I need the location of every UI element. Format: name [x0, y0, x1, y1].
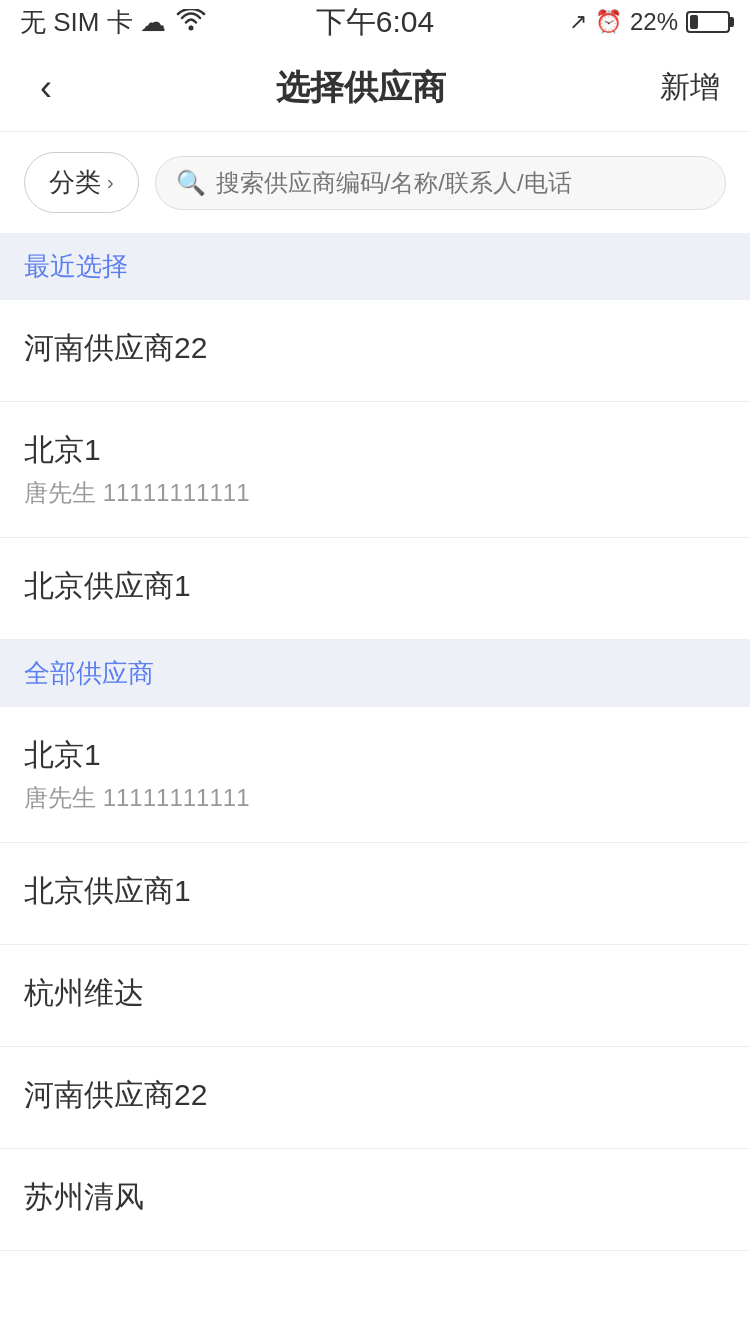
section-header-all: 全部供应商 — [0, 640, 750, 707]
category-label: 分类 — [49, 165, 101, 200]
search-bar: 🔍 — [155, 156, 726, 210]
supplier-name: 北京1 — [24, 735, 726, 776]
list-item[interactable]: 北京供应商1 — [0, 843, 750, 945]
back-button[interactable]: ‹ — [30, 57, 62, 119]
alarm-icon: ⏰ — [595, 9, 622, 35]
status-bar: 无 SIM 卡 ☁ 下午6:04 ↗ ⏰ 22% — [0, 0, 750, 44]
battery-percent: 22% — [630, 8, 678, 36]
supplier-list: 最近选择河南供应商22 北京1 唐先生 11111111111 北京供应商1 全部供应商… — [0, 233, 750, 1251]
list-item[interactable]: 北京供应商1 — [0, 538, 750, 640]
supplier-name: 苏州清风 — [24, 1177, 726, 1218]
wifi-icon — [176, 7, 206, 38]
no-sim-label: 无 SIM 卡 ☁ — [20, 5, 166, 40]
supplier-name: 杭州维达 — [24, 973, 726, 1014]
add-button[interactable]: 新增 — [660, 67, 720, 108]
list-item[interactable]: 河南供应商22 — [0, 300, 750, 402]
list-item[interactable]: 北京1 唐先生 11111111111 — [0, 707, 750, 843]
status-right: ↗ ⏰ 22% — [569, 8, 730, 36]
list-item[interactable]: 苏州清风 — [0, 1149, 750, 1251]
search-icon: 🔍 — [176, 169, 206, 197]
battery-icon — [686, 11, 730, 33]
supplier-name: 北京1 — [24, 430, 726, 471]
search-input[interactable] — [216, 169, 705, 197]
list-item[interactable]: 杭州维达 — [0, 945, 750, 1047]
supplier-name: 北京供应商1 — [24, 871, 726, 912]
status-left: 无 SIM 卡 ☁ — [20, 5, 206, 40]
list-item[interactable]: 北京1 唐先生 11111111111 — [0, 402, 750, 538]
supplier-contact: 唐先生 11111111111 — [24, 782, 726, 814]
supplier-name: 河南供应商22 — [24, 328, 726, 369]
chevron-right-icon: › — [107, 171, 114, 194]
status-time: 下午6:04 — [316, 2, 434, 43]
list-item[interactable]: 河南供应商22 — [0, 1047, 750, 1149]
supplier-name: 河南供应商22 — [24, 1075, 726, 1116]
category-filter-button[interactable]: 分类 › — [24, 152, 139, 213]
section-header-recent: 最近选择 — [0, 233, 750, 300]
filter-bar: 分类 › 🔍 — [0, 132, 750, 233]
battery-fill — [690, 15, 698, 29]
supplier-contact: 唐先生 11111111111 — [24, 477, 726, 509]
svg-point-0 — [188, 25, 193, 30]
supplier-name: 北京供应商1 — [24, 566, 726, 607]
page-title: 选择供应商 — [276, 65, 446, 111]
location-icon: ↗ — [569, 9, 587, 35]
nav-bar: ‹ 选择供应商 新增 — [0, 44, 750, 132]
